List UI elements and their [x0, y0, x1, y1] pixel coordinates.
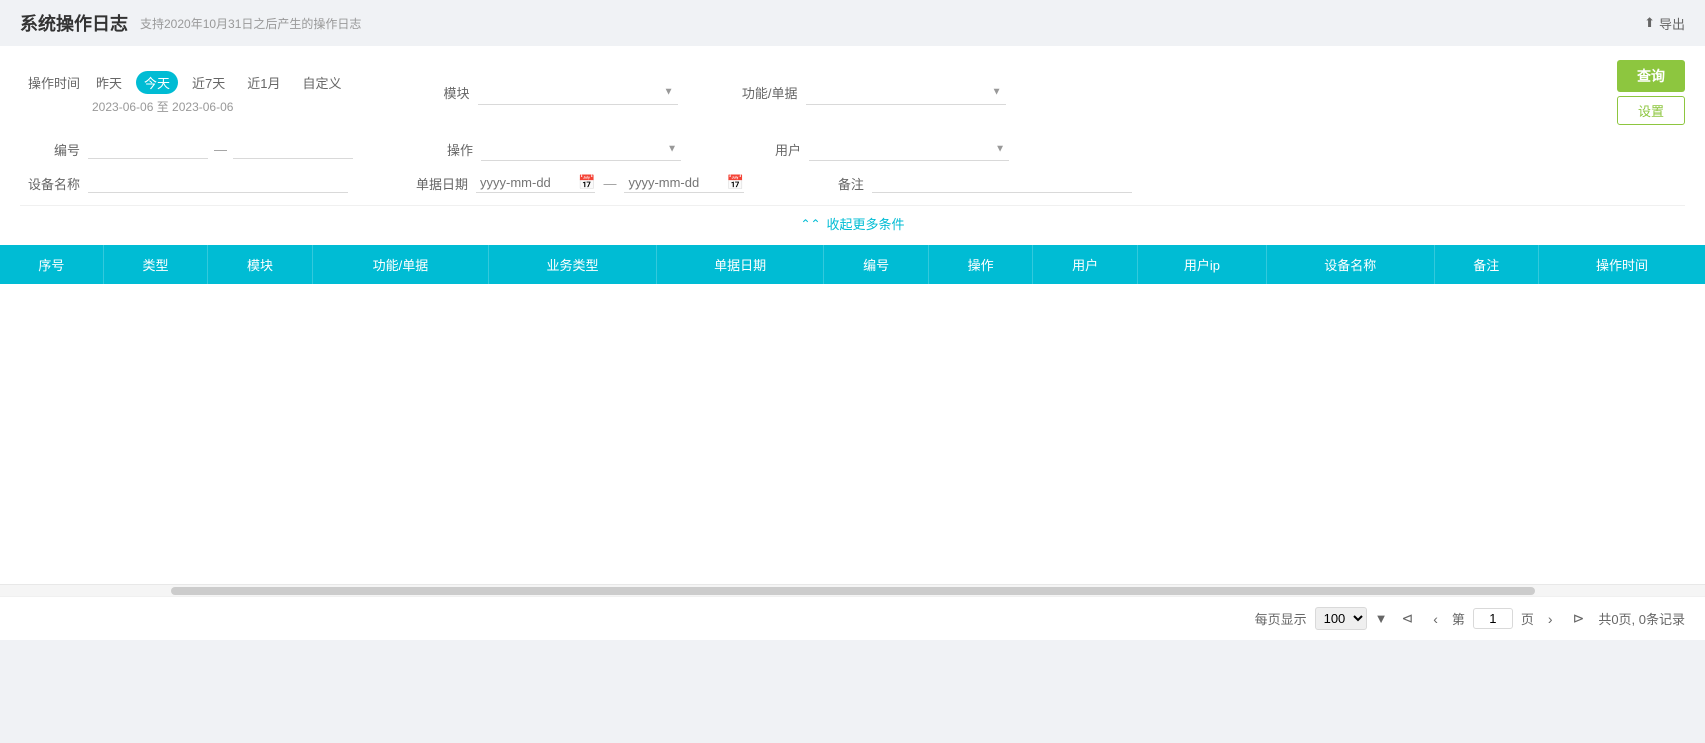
- col-type: 类型: [103, 245, 207, 284]
- operation-select[interactable]: [485, 139, 657, 158]
- voucher-date-from[interactable]: [476, 173, 576, 192]
- per-page-label: 每页显示: [1255, 609, 1307, 628]
- voucher-date-label: 单据日期: [408, 174, 468, 193]
- module-label: 模块: [410, 83, 470, 102]
- filter-row-2: 编号 — 操作 ▼ 用户 ▼: [20, 137, 1685, 161]
- action-buttons: 查询 设置: [1617, 60, 1685, 125]
- next-page-button[interactable]: ›: [1542, 609, 1559, 629]
- number-filter-group: 编号 —: [20, 139, 353, 159]
- page-suffix: 页: [1521, 609, 1534, 628]
- filter-row-1: 操作时间 昨天 今天 近7天 近1月 自定义 2023-06-06 至 2023…: [20, 60, 1685, 125]
- pagination: 每页显示 100 50 200 ▼ ⊲ ‹ 第 页 › ⊳ 共0页, 0条记录: [0, 596, 1705, 640]
- first-page-button[interactable]: ⊲: [1395, 608, 1419, 629]
- last-page-button[interactable]: ⊳: [1567, 608, 1591, 629]
- note-input[interactable]: [872, 173, 1132, 193]
- time-btn-today[interactable]: 今天: [136, 71, 178, 94]
- number-input-from[interactable]: [88, 139, 208, 159]
- time-filter-group: 操作时间 昨天 今天 近7天 近1月 自定义 2023-06-06 至 2023…: [20, 71, 350, 115]
- function-chevron-icon: ▼: [992, 87, 1002, 98]
- user-filter-group: 用户 ▼: [741, 137, 1009, 161]
- note-label: 备注: [804, 174, 864, 193]
- export-label: 导出: [1659, 14, 1685, 33]
- time-filter-label: 操作时间: [20, 73, 80, 92]
- number-dash: —: [214, 142, 227, 157]
- total-info: 共0页, 0条记录: [1598, 609, 1685, 628]
- table-body: [0, 284, 1705, 584]
- page-title: 系统操作日志: [20, 10, 128, 36]
- number-label: 编号: [20, 140, 80, 159]
- col-function: 功能/单据: [312, 245, 488, 284]
- calendar-icon-to[interactable]: 📅: [726, 174, 743, 191]
- collapse-icon: ⌃⌃: [800, 217, 820, 231]
- table-header-row: 序号 类型 模块 功能/单据 业务类型 单据日期 编号 操作 用户 用户ip 设…: [0, 245, 1705, 284]
- data-table: 序号 类型 模块 功能/单据 业务类型 单据日期 编号 操作 用户 用户ip 设…: [0, 245, 1705, 584]
- col-biz-type: 业务类型: [489, 245, 657, 284]
- export-button[interactable]: ⬆ 导出: [1644, 14, 1685, 33]
- table-header: 序号 类型 模块 功能/单据 业务类型 单据日期 编号 操作 用户 用户ip 设…: [0, 245, 1705, 284]
- page-label: 第: [1452, 609, 1465, 628]
- user-chevron-icon: ▼: [995, 143, 1005, 154]
- page-subtitle: 支持2020年10月31日之后产生的操作日志: [140, 15, 361, 32]
- page-header: 系统操作日志 支持2020年10月31日之后产生的操作日志 ⬆ 导出: [0, 0, 1705, 46]
- calendar-icon-from[interactable]: 📅: [578, 174, 595, 191]
- user-select[interactable]: [813, 139, 985, 158]
- time-btn-yesterday[interactable]: 昨天: [88, 71, 130, 94]
- time-buttons: 昨天 今天 近7天 近1月 自定义: [88, 71, 350, 94]
- collapse-label: 收起更多条件: [827, 214, 905, 233]
- time-btn-7days[interactable]: 近7天: [184, 71, 233, 94]
- voucher-date-dash: —: [603, 176, 616, 191]
- operation-chevron-icon: ▼: [667, 143, 677, 154]
- prev-page-button[interactable]: ‹: [1427, 609, 1444, 629]
- device-label: 设备名称: [20, 174, 80, 193]
- scrollbar-track: [171, 587, 1535, 595]
- col-user: 用户: [1033, 245, 1137, 284]
- function-select[interactable]: [810, 83, 982, 102]
- page-number-input[interactable]: [1473, 608, 1513, 629]
- user-select-wrapper: ▼: [809, 137, 1009, 161]
- col-number: 编号: [824, 245, 928, 284]
- voucher-date-from-wrapper: 📅: [476, 173, 595, 193]
- operation-select-wrapper: ▼: [481, 137, 681, 161]
- number-input-to[interactable]: [233, 139, 353, 159]
- module-select[interactable]: [482, 83, 654, 102]
- empty-area: [0, 284, 1705, 584]
- filter-row-3: 设备名称 单据日期 📅 — 📅 备注: [20, 173, 1685, 193]
- col-user-ip: 用户ip: [1137, 245, 1266, 284]
- time-range-display: 2023-06-06 至 2023-06-06: [92, 100, 233, 114]
- function-filter-group: 功能/单据 ▼: [738, 81, 1006, 105]
- table-container: 序号 类型 模块 功能/单据 业务类型 单据日期 编号 操作 用户 用户ip 设…: [0, 245, 1705, 584]
- device-input[interactable]: [88, 173, 348, 193]
- col-index: 序号: [0, 245, 103, 284]
- note-filter-group: 备注: [804, 173, 1132, 193]
- page-size-select[interactable]: 100 50 200: [1315, 607, 1367, 630]
- user-label: 用户: [741, 140, 801, 159]
- time-btn-custom[interactable]: 自定义: [295, 71, 350, 94]
- voucher-date-to[interactable]: [624, 173, 724, 192]
- function-select-wrapper: ▼: [806, 81, 1006, 105]
- export-icon: ⬆: [1644, 15, 1655, 31]
- col-op-time: 操作时间: [1539, 245, 1705, 284]
- col-module: 模块: [208, 245, 312, 284]
- col-voucher-date: 单据日期: [656, 245, 824, 284]
- device-filter-group: 设备名称: [20, 173, 348, 193]
- function-label: 功能/单据: [738, 83, 798, 102]
- time-btn-1month[interactable]: 近1月: [239, 71, 288, 94]
- settings-button[interactable]: 设置: [1617, 96, 1685, 125]
- col-device: 设备名称: [1266, 245, 1434, 284]
- voucher-date-to-wrapper: 📅: [624, 173, 743, 193]
- module-select-wrapper: ▼: [478, 81, 678, 105]
- col-note: 备注: [1434, 245, 1538, 284]
- voucher-date-filter-group: 单据日期 📅 — 📅: [408, 173, 744, 193]
- operation-label: 操作: [413, 140, 473, 159]
- col-operation: 操作: [928, 245, 1032, 284]
- horizontal-scrollbar[interactable]: [0, 584, 1705, 596]
- page-size-chevron: ▼: [1375, 611, 1388, 626]
- number-range: —: [88, 139, 353, 159]
- operation-filter-group: 操作 ▼: [413, 137, 681, 161]
- filter-panel: 操作时间 昨天 今天 近7天 近1月 自定义 2023-06-06 至 2023…: [0, 46, 1705, 245]
- query-button[interactable]: 查询: [1617, 60, 1685, 92]
- collapse-button[interactable]: ⌃⌃ 收起更多条件: [20, 205, 1685, 241]
- module-filter-group: 模块 ▼: [410, 81, 678, 105]
- module-chevron-icon: ▼: [664, 87, 674, 98]
